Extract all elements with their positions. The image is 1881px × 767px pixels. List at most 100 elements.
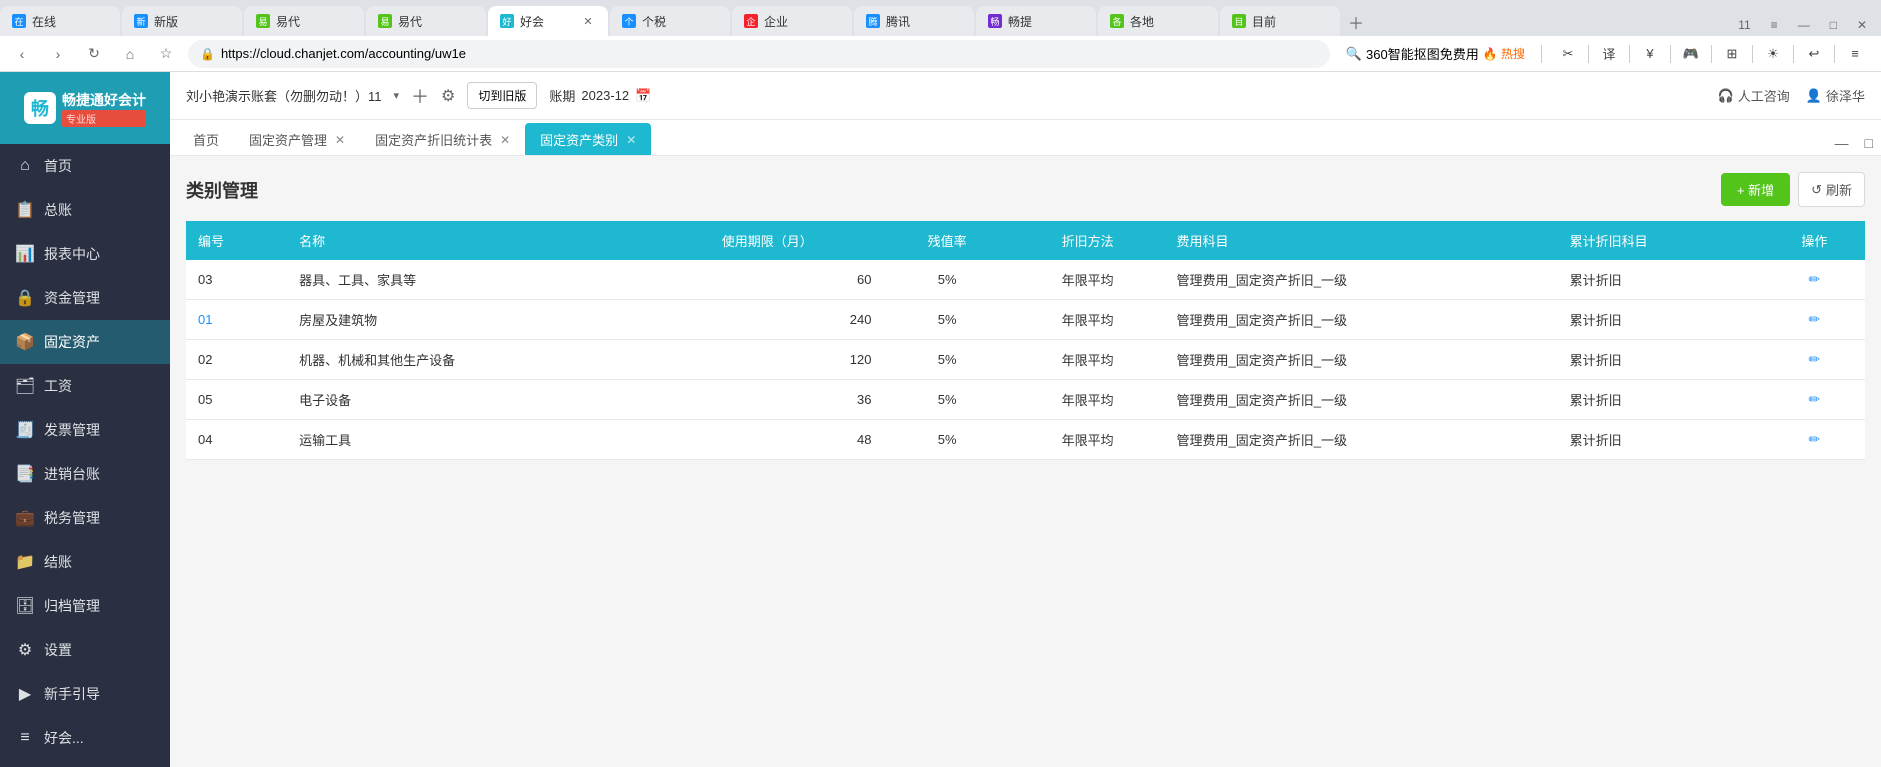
- page-tabs: 首页 固定资产管理 ✕ 固定资产折旧统计表 ✕ 固定资产类别 ✕ — □: [170, 120, 1881, 156]
- window-minimize-icon[interactable]: —: [1831, 131, 1853, 155]
- switch-version-button[interactable]: 切到旧版: [467, 82, 537, 109]
- sidebar-item-label-invoice: 发票管理: [44, 420, 100, 440]
- sidebar-item-archive[interactable]: 🗄 归档管理: [0, 584, 170, 628]
- cell-accumulated-subject: 累计折旧: [1558, 260, 1764, 300]
- table-row: 02 机器、机械和其他生产设备 120 5% 年限平均 管理费用_固定资产折旧_…: [186, 340, 1865, 380]
- cell-action: ✏: [1764, 300, 1865, 340]
- tab-asset-category[interactable]: 固定资产类别 ✕: [525, 123, 651, 155]
- close-window-button[interactable]: ✕: [1851, 14, 1873, 36]
- sidebar-item-label-home: 首页: [44, 156, 72, 176]
- toolbar-sep-3: [1629, 45, 1630, 63]
- window-maximize-icon[interactable]: □: [1861, 131, 1877, 155]
- cell-depreciation-method: 年限平均: [1011, 380, 1165, 420]
- sidebar-item-label-archive: 归档管理: [44, 596, 100, 616]
- sidebar-item-stock[interactable]: 📑 进销台账: [0, 452, 170, 496]
- maximize-button[interactable]: □: [1824, 14, 1843, 36]
- app-header: 刘小艳演示账套（勿删勿动！）11 ▾ ＋ ⚙ 切到旧版 账期 2023-12 📅…: [170, 72, 1881, 120]
- bookmark-button[interactable]: ☆: [152, 40, 180, 68]
- browser-tab-11[interactable]: 目 目前: [1220, 6, 1340, 36]
- menu-icon[interactable]: ≡: [1841, 40, 1869, 68]
- sidebar-item-more[interactable]: ≡ 好会...: [0, 716, 170, 760]
- tab-favicon-8: 腾: [866, 14, 880, 28]
- add-button[interactable]: + 新增: [1721, 173, 1790, 206]
- reload-button[interactable]: ↻: [80, 40, 108, 68]
- sidebar-item-settings[interactable]: ⚙ 设置: [0, 628, 170, 672]
- code-link-01[interactable]: 01: [198, 312, 212, 327]
- tab-list-button[interactable]: ≡: [1765, 14, 1784, 36]
- toolbar-sep-4: [1670, 45, 1671, 63]
- sidebar-item-ledger[interactable]: 📋 总账: [0, 188, 170, 232]
- home-icon: ⌂: [16, 157, 34, 175]
- cell-name: 机器、机械和其他生产设备: [287, 340, 651, 380]
- grid-icon[interactable]: ⊞: [1718, 40, 1746, 68]
- back-button[interactable]: ‹: [8, 40, 36, 68]
- game-icon[interactable]: 🎮: [1677, 40, 1705, 68]
- page-body: 类别管理 + 新增 ↺ 刷新 编号 名称 使用期限（月） 残值率: [170, 156, 1881, 767]
- brightness-icon[interactable]: ☀: [1759, 40, 1787, 68]
- closing-icon: 📁: [16, 553, 34, 571]
- browser-tab-8[interactable]: 腾 腾讯: [854, 6, 974, 36]
- tab-home[interactable]: 首页: [178, 123, 234, 155]
- tab-fixed-asset-manage[interactable]: 固定资产管理 ✕: [234, 123, 360, 155]
- sidebar-item-fixed-assets[interactable]: 📦 固定资产: [0, 320, 170, 364]
- browser-tab-4[interactable]: 易 易代: [366, 6, 486, 36]
- header-add-button[interactable]: ＋: [411, 83, 429, 109]
- minimize-button[interactable]: —: [1792, 14, 1816, 36]
- sidebar-item-guide[interactable]: ▶ 新手引导: [0, 672, 170, 716]
- home-button[interactable]: ⌂: [116, 40, 144, 68]
- sidebar-item-tax[interactable]: 💼 税务管理: [0, 496, 170, 540]
- calendar-icon[interactable]: 📅: [635, 88, 651, 104]
- sidebar-item-report[interactable]: 📊 报表中心: [0, 232, 170, 276]
- new-tab-button[interactable]: ＋: [1342, 8, 1370, 36]
- sidebar-item-closing[interactable]: 📁 结账: [0, 540, 170, 584]
- scissors-icon[interactable]: ✂: [1554, 40, 1582, 68]
- toolbar-sep-6: [1752, 45, 1753, 63]
- user-dropdown-icon[interactable]: ▾: [394, 89, 400, 102]
- coin-icon[interactable]: ¥: [1636, 40, 1664, 68]
- cell-expense-subject: 管理费用_固定资产折旧_一级: [1165, 340, 1558, 380]
- edit-icon-row1[interactable]: ✏: [1809, 271, 1821, 287]
- tab-close-5[interactable]: ✕: [580, 13, 596, 29]
- cell-name: 运输工具: [287, 420, 651, 460]
- browser-tab-9[interactable]: 畅 畅提: [976, 6, 1096, 36]
- sidebar-item-salary[interactable]: 🗂 工资: [0, 364, 170, 408]
- tax-icon: 💼: [16, 509, 34, 527]
- refresh-button[interactable]: ↺ 刷新: [1798, 172, 1865, 207]
- browser-tab-3[interactable]: 易 易代: [244, 6, 364, 36]
- search-area[interactable]: 🔍 360智能抠图免费用 🔥 热搜: [1338, 44, 1533, 63]
- translate-icon[interactable]: 译: [1595, 40, 1623, 68]
- sidebar-item-invoice[interactable]: 🧾 发票管理: [0, 408, 170, 452]
- edit-icon-row3[interactable]: ✏: [1809, 351, 1821, 367]
- user-info[interactable]: 👤 徐泽华: [1806, 86, 1865, 105]
- browser-tab-5[interactable]: 好 好会 ✕: [488, 6, 608, 36]
- salary-icon: 🗂: [16, 377, 34, 395]
- tab-close-depreciation-stats[interactable]: ✕: [500, 133, 510, 147]
- browser-tab-2[interactable]: 新 新版: [122, 6, 242, 36]
- invoice-icon: 🧾: [16, 421, 34, 439]
- tab-close-fixed-asset-manage[interactable]: ✕: [335, 133, 345, 147]
- edit-icon-row5[interactable]: ✏: [1809, 431, 1821, 447]
- guide-icon: ▶: [16, 685, 34, 703]
- browser-tab-10[interactable]: 各 各地: [1098, 6, 1218, 36]
- tab-label-fixed-asset-manage: 固定资产管理: [249, 130, 327, 149]
- tab-depreciation-stats[interactable]: 固定资产折旧统计表 ✕: [360, 123, 525, 155]
- header-settings-icon[interactable]: ⚙: [441, 86, 455, 106]
- edit-icon-row2[interactable]: ✏: [1809, 311, 1821, 327]
- tab-close-asset-category[interactable]: ✕: [626, 133, 636, 147]
- sidebar-item-funds[interactable]: 🔒 资金管理: [0, 276, 170, 320]
- browser-tab-7[interactable]: 企 企业: [732, 6, 852, 36]
- undo-icon[interactable]: ↩: [1800, 40, 1828, 68]
- refresh-label: 刷新: [1826, 180, 1852, 199]
- browser-tab-6[interactable]: 个 个税: [610, 6, 730, 36]
- browser-tab-1[interactable]: 在 在线: [0, 6, 120, 36]
- toolbar-sep-1: [1541, 45, 1542, 63]
- sidebar-item-home[interactable]: ⌂ 首页: [0, 144, 170, 188]
- sidebar-item-label-report: 报表中心: [44, 244, 100, 264]
- url-bar[interactable]: 🔒 https://cloud.chanjet.com/accounting/u…: [188, 40, 1330, 68]
- consultant-button[interactable]: 🎧 人工咨询: [1718, 86, 1790, 105]
- tab-favicon-5: 好: [500, 14, 514, 28]
- header-actions: + 新增 ↺ 刷新: [1721, 172, 1865, 207]
- col-name: 名称: [287, 221, 651, 260]
- forward-button[interactable]: ›: [44, 40, 72, 68]
- edit-icon-row4[interactable]: ✏: [1809, 391, 1821, 407]
